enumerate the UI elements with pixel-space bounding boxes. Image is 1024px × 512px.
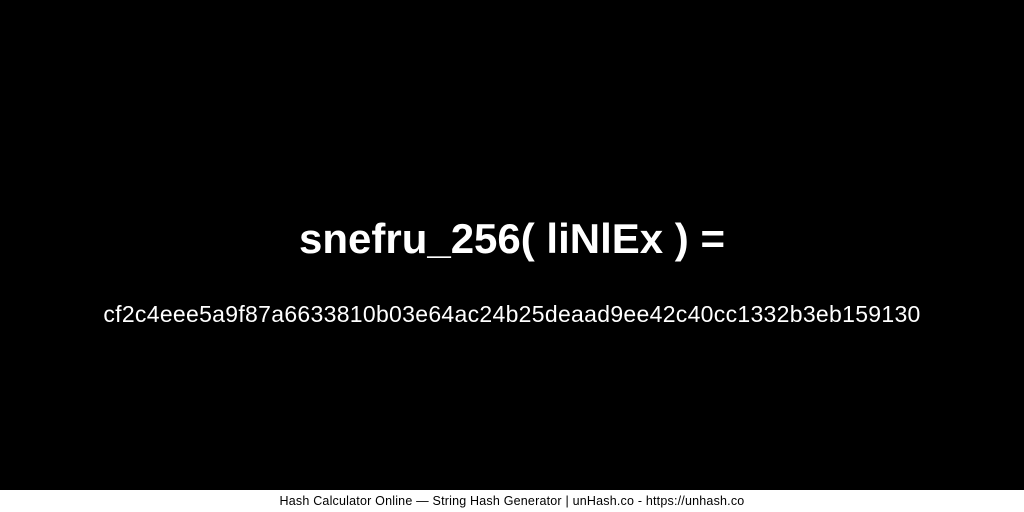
hash-expression-heading: snefru_256( liNlEx ) =: [299, 215, 725, 263]
main-content: snefru_256( liNlEx ) = cf2c4eee5a9f87a66…: [103, 215, 920, 328]
hash-result-value: cf2c4eee5a9f87a6633810b03e64ac24b25deaad…: [103, 301, 920, 328]
footer-bar: Hash Calculator Online — String Hash Gen…: [0, 490, 1024, 512]
footer-text: Hash Calculator Online — String Hash Gen…: [280, 494, 745, 508]
